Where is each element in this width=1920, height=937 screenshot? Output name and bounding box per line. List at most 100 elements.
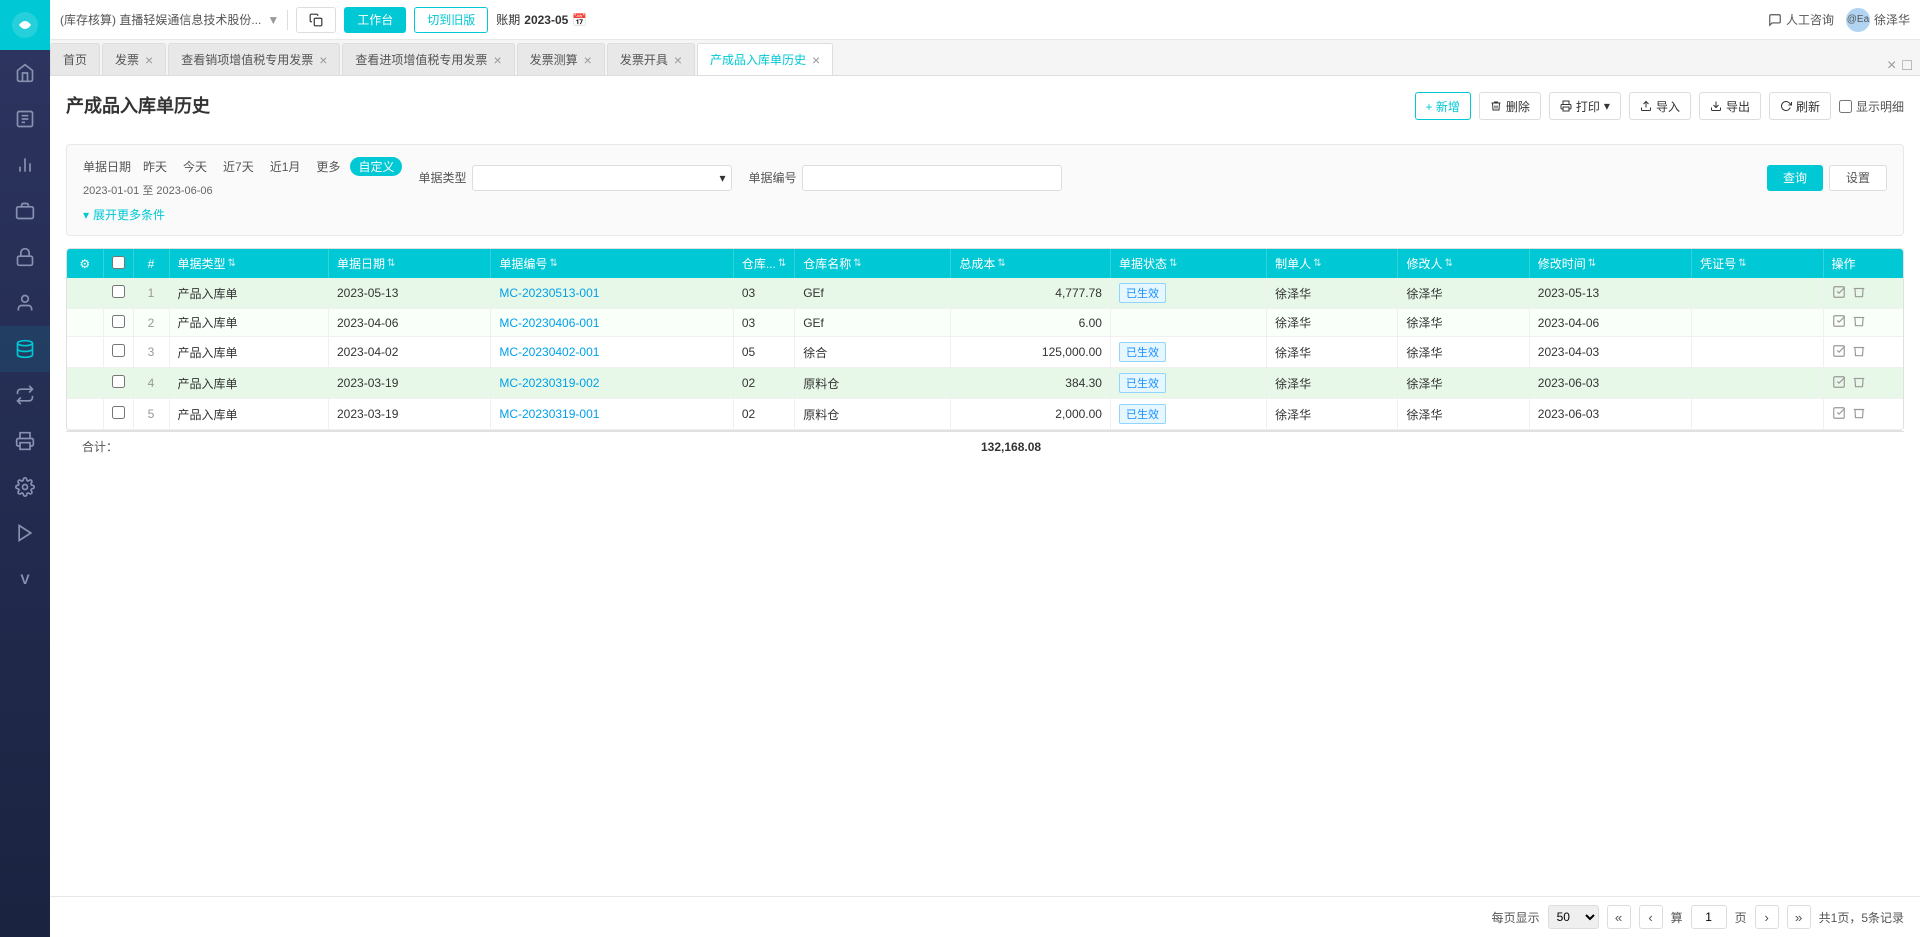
tab-vat-purchase-close[interactable]: × xyxy=(493,53,501,67)
shortcut-today[interactable]: 今天 xyxy=(177,157,213,176)
row-checkbox[interactable] xyxy=(112,375,125,388)
new-btn[interactable]: + 新增 xyxy=(1415,92,1471,120)
sidebar-item-home[interactable] xyxy=(0,50,50,96)
delete-row-icon[interactable] xyxy=(1852,314,1866,331)
th-type[interactable]: 单据类型⇅ xyxy=(169,249,329,278)
tab-inventory-history-close[interactable]: × xyxy=(812,53,820,67)
refresh-btn[interactable]: 刷新 xyxy=(1769,92,1831,120)
delete-row-icon[interactable] xyxy=(1852,375,1866,392)
edit-icon[interactable] xyxy=(1832,285,1846,302)
td-checkbox[interactable] xyxy=(103,399,133,430)
export-btn[interactable]: 导出 xyxy=(1699,92,1761,120)
edit-icon[interactable] xyxy=(1832,375,1846,392)
sidebar-item-video[interactable] xyxy=(0,510,50,556)
print-dropdown-icon[interactable]: ▾ xyxy=(1604,99,1610,113)
next-page-btn[interactable]: › xyxy=(1755,905,1779,929)
filter-number-input[interactable] xyxy=(802,165,1062,191)
sidebar-item-storage[interactable] xyxy=(0,326,50,372)
code-link[interactable]: MC-20230319-001 xyxy=(499,407,599,421)
th-date[interactable]: 单据日期⇅ xyxy=(329,249,491,278)
sidebar-item-doc[interactable] xyxy=(0,96,50,142)
first-page-btn[interactable]: « xyxy=(1607,905,1631,929)
user-info[interactable]: @Ea 徐泽华 xyxy=(1846,8,1910,32)
td-checkbox[interactable] xyxy=(103,337,133,368)
edit-icon[interactable] xyxy=(1832,314,1846,331)
th-checkbox[interactable] xyxy=(103,249,133,278)
prev-page-btn[interactable]: ‹ xyxy=(1639,905,1663,929)
row-checkbox[interactable] xyxy=(112,406,125,419)
dropdown-icon[interactable]: ▼ xyxy=(267,13,279,27)
delete-row-icon[interactable] xyxy=(1852,344,1866,361)
close-all-tabs-btn[interactable]: × xyxy=(1887,57,1896,75)
code-link[interactable]: MC-20230402-001 xyxy=(499,345,599,359)
tab-invoice-open-close[interactable]: × xyxy=(674,53,682,67)
settings-icon[interactable]: ⚙ xyxy=(79,257,90,271)
td-code[interactable]: MC-20230319-001 xyxy=(491,399,733,430)
th-warehouse-code[interactable]: 仓库...⇅ xyxy=(733,249,794,278)
th-modifier[interactable]: 修改人⇅ xyxy=(1398,249,1529,278)
th-creator[interactable]: 制单人⇅ xyxy=(1267,249,1398,278)
row-checkbox[interactable] xyxy=(112,344,125,357)
per-page-select[interactable]: 50 100 200 xyxy=(1548,905,1599,929)
shortcut-yesterday[interactable]: 昨天 xyxy=(137,157,173,176)
filter-type-select[interactable]: ▾ xyxy=(472,165,732,191)
th-status[interactable]: 单据状态⇅ xyxy=(1110,249,1266,278)
sidebar-item-goods[interactable] xyxy=(0,188,50,234)
sidebar-item-person[interactable] xyxy=(0,280,50,326)
sidebar-item-version[interactable]: V xyxy=(0,556,50,602)
delete-btn[interactable]: 删除 xyxy=(1479,92,1541,120)
tab-inventory-history[interactable]: 产成品入库单历史 × xyxy=(697,43,833,75)
tab-vat-purchase[interactable]: 查看进项增值税专用发票 × xyxy=(342,43,514,75)
show-detail-checkbox[interactable] xyxy=(1839,100,1852,113)
maximize-btn[interactable]: □ xyxy=(1902,57,1912,75)
td-checkbox[interactable] xyxy=(103,309,133,337)
support-btn[interactable]: 人工咨询 xyxy=(1768,11,1834,28)
td-code[interactable]: MC-20230319-002 xyxy=(491,368,733,399)
tab-vat-sales-close[interactable]: × xyxy=(319,53,327,67)
code-link[interactable]: MC-20230406-001 xyxy=(499,316,599,330)
row-checkbox[interactable] xyxy=(112,315,125,328)
shortcut-1month[interactable]: 近1月 xyxy=(264,157,307,176)
row-checkbox[interactable] xyxy=(112,285,125,298)
edit-icon[interactable] xyxy=(1832,344,1846,361)
th-warehouse-name[interactable]: 仓库名称⇅ xyxy=(795,249,951,278)
query-btn[interactable]: 查询 xyxy=(1767,165,1823,191)
tab-home[interactable]: 首页 xyxy=(50,43,100,75)
tab-invoice-close[interactable]: × xyxy=(145,53,153,67)
page-number-input[interactable] xyxy=(1691,905,1727,929)
tab-invoice-open[interactable]: 发票开具 × xyxy=(607,43,695,75)
last-page-btn[interactable]: » xyxy=(1787,905,1811,929)
th-settings[interactable]: ⚙ xyxy=(67,249,103,278)
th-modify-time[interactable]: 修改时间⇅ xyxy=(1529,249,1691,278)
sidebar-item-stamp[interactable] xyxy=(0,418,50,464)
tab-invoice-calc[interactable]: 发票测算 × xyxy=(517,43,605,75)
tab-invoice-calc-close[interactable]: × xyxy=(584,53,592,67)
delete-row-icon[interactable] xyxy=(1852,406,1866,423)
shortcut-more[interactable]: 更多 xyxy=(310,157,346,176)
print-btn[interactable]: 打印 ▾ xyxy=(1549,92,1621,120)
calendar-icon[interactable]: 📅 xyxy=(572,13,587,27)
shortcut-7days[interactable]: 近7天 xyxy=(217,157,260,176)
code-link[interactable]: MC-20230319-002 xyxy=(499,376,599,390)
sidebar-item-chart[interactable] xyxy=(0,142,50,188)
show-detail-checkbox-label[interactable]: 显示明细 xyxy=(1839,98,1904,115)
workbench-btn[interactable]: 工作台 xyxy=(344,7,406,33)
delete-row-icon[interactable] xyxy=(1852,285,1866,302)
shortcut-custom[interactable]: 自定义 xyxy=(350,157,402,176)
sidebar-item-settings[interactable] xyxy=(0,464,50,510)
edit-icon[interactable] xyxy=(1832,406,1846,423)
td-code[interactable]: MC-20230513-001 xyxy=(491,278,733,309)
reset-btn[interactable]: 设置 xyxy=(1829,165,1887,191)
td-code[interactable]: MC-20230402-001 xyxy=(491,337,733,368)
sidebar-item-flow[interactable] xyxy=(0,372,50,418)
td-checkbox[interactable] xyxy=(103,278,133,309)
th-code[interactable]: 单据编号⇅ xyxy=(491,249,733,278)
td-checkbox[interactable] xyxy=(103,368,133,399)
switch-version-btn[interactable]: 切到旧版 xyxy=(414,7,488,33)
expand-filter-btn[interactable]: ▾ 展开更多条件 xyxy=(83,206,1887,223)
code-link[interactable]: MC-20230513-001 xyxy=(499,286,599,300)
select-all-checkbox[interactable] xyxy=(112,256,125,269)
import-btn[interactable]: 导入 xyxy=(1629,92,1691,120)
copy-btn[interactable] xyxy=(296,7,336,33)
tab-vat-sales[interactable]: 查看销项增值税专用发票 × xyxy=(168,43,340,75)
